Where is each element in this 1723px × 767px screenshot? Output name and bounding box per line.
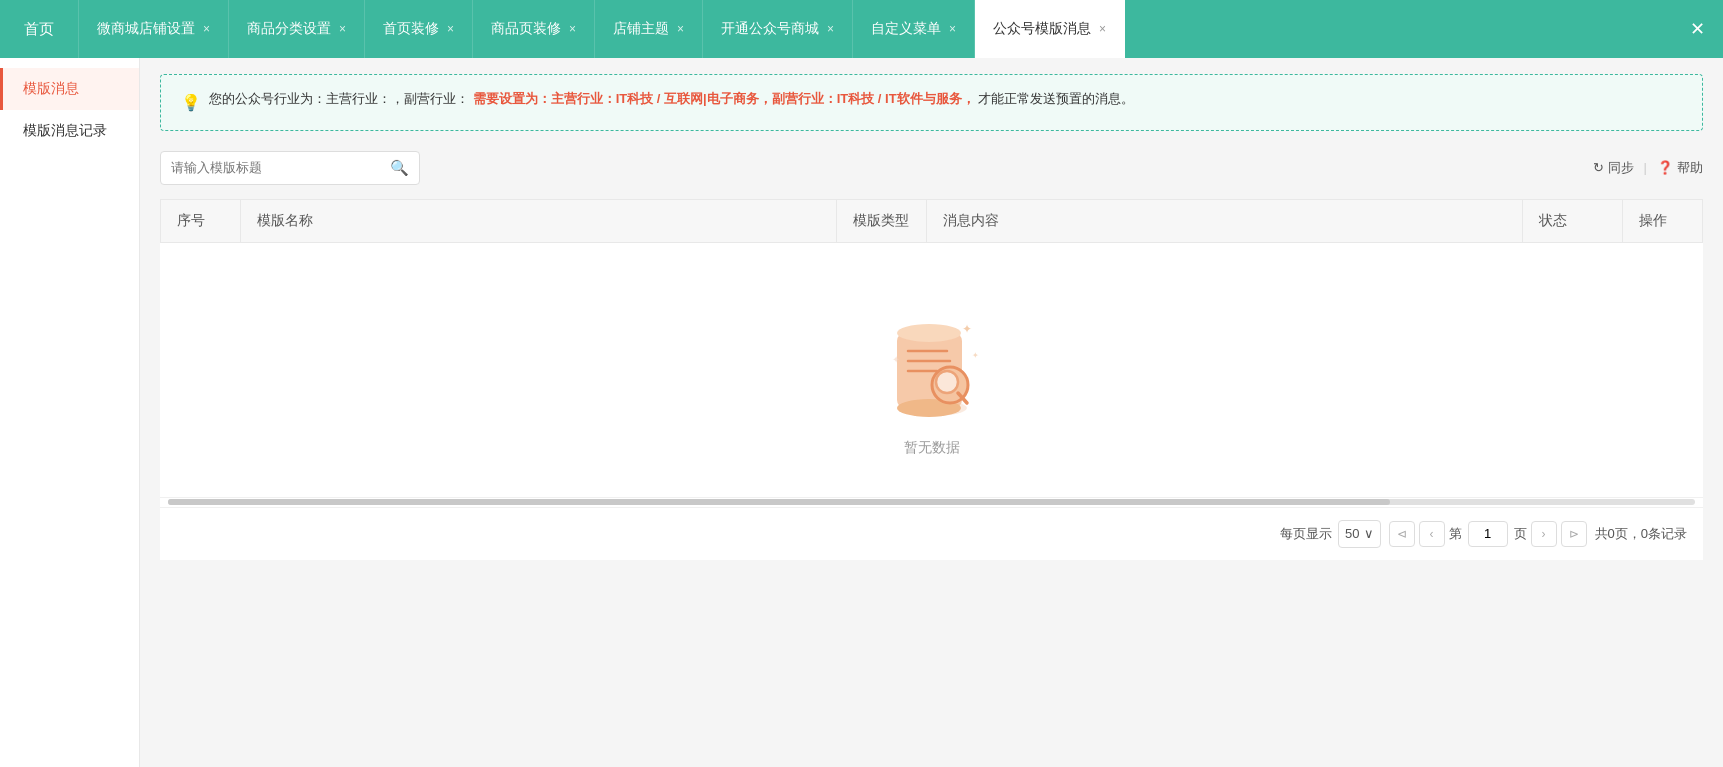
total-info: 共0页，0条记录 bbox=[1595, 525, 1687, 543]
search-input-wrap[interactable]: 🔍 bbox=[160, 151, 420, 185]
col-header-0: 序号 bbox=[161, 199, 241, 242]
help-button[interactable]: ❓ 帮助 bbox=[1657, 159, 1703, 177]
tab-item-4[interactable]: 商品页装修 × bbox=[473, 0, 595, 58]
tab-bar-close[interactable]: ✕ bbox=[1672, 0, 1723, 58]
table-header-row: 序号模版名称模版类型消息内容状态操作 bbox=[161, 199, 1703, 242]
page-nav: ⊲ ‹ 第 页 › ⊳ bbox=[1389, 521, 1587, 547]
col-header-4: 状态 bbox=[1523, 199, 1623, 242]
col-header-5: 操作 bbox=[1623, 199, 1703, 242]
col-header-1: 模版名称 bbox=[241, 199, 837, 242]
sync-icon: ↻ bbox=[1593, 160, 1604, 175]
page-input[interactable] bbox=[1468, 521, 1508, 547]
tab-item-7[interactable]: 自定义菜单 × bbox=[853, 0, 975, 58]
page-input-wrap: 第 页 bbox=[1449, 521, 1527, 547]
data-table: 序号模版名称模版类型消息内容状态操作 bbox=[160, 199, 1703, 243]
tab-item-2[interactable]: 商品分类设置 × bbox=[229, 0, 365, 58]
tab-close-icon-8[interactable]: × bbox=[1099, 22, 1106, 36]
empty-text: 暂无数据 bbox=[904, 439, 960, 457]
help-icon: ❓ bbox=[1657, 160, 1673, 175]
sync-label: 同步 bbox=[1608, 159, 1634, 177]
tab-close-icon-5[interactable]: × bbox=[677, 22, 684, 36]
svg-point-8 bbox=[936, 371, 958, 393]
tab-close-icon-6[interactable]: × bbox=[827, 22, 834, 36]
scrollbar-area[interactable] bbox=[160, 497, 1703, 507]
tab-item-3[interactable]: 首页装修 × bbox=[365, 0, 473, 58]
last-page-button[interactable]: ⊳ bbox=[1561, 521, 1587, 547]
sync-button[interactable]: ↻ 同步 bbox=[1593, 159, 1634, 177]
first-page-button[interactable]: ⊲ bbox=[1389, 521, 1415, 547]
per-page-label: 每页显示 bbox=[1280, 525, 1332, 543]
tab-item-0[interactable]: 首页 bbox=[0, 0, 79, 58]
notice-suffix: 才能正常发送预置的消息。 bbox=[978, 91, 1134, 106]
tab-close-icon-4[interactable]: × bbox=[569, 22, 576, 36]
svg-text:✦: ✦ bbox=[892, 354, 900, 365]
content-area: 💡 您的公众号行业为：主营行业：，副营行业： 需要设置为：主营行业：IT科技 /… bbox=[140, 58, 1723, 767]
tab-close-icon-3[interactable]: × bbox=[447, 22, 454, 36]
tab-item-8[interactable]: 公众号模版消息 × bbox=[975, 0, 1125, 58]
empty-state: ✦ ✦ ✦ 暂无数据 bbox=[160, 243, 1703, 497]
scrollbar-track[interactable] bbox=[168, 499, 1695, 505]
search-bar: 🔍 ↻ 同步 | ❓ 帮助 bbox=[160, 151, 1703, 185]
tab-item-5[interactable]: 店铺主题 × bbox=[595, 0, 703, 58]
col-header-2: 模版类型 bbox=[837, 199, 927, 242]
svg-text:✦: ✦ bbox=[972, 351, 979, 360]
sidebar-item-0[interactable]: 模版消息 bbox=[0, 68, 139, 110]
tab-close-icon-7[interactable]: × bbox=[949, 22, 956, 36]
notice-prefix: 您的公众号行业为：主营行业：，副营行业： bbox=[209, 91, 469, 106]
sidebar-item-1[interactable]: 模版消息记录 bbox=[0, 110, 139, 152]
tab-item-1[interactable]: 微商城店铺设置 × bbox=[79, 0, 229, 58]
page-size-chevron-icon: ∨ bbox=[1364, 526, 1374, 541]
page-size-select[interactable]: 50 ∨ bbox=[1338, 520, 1380, 548]
tab-bar: 首页微商城店铺设置 ×商品分类设置 ×首页装修 ×商品页装修 ×店铺主题 ×开通… bbox=[0, 0, 1723, 58]
next-page-button[interactable]: › bbox=[1531, 521, 1557, 547]
main-layout: 模版消息模版消息记录 💡 您的公众号行业为：主营行业：，副营行业： 需要设置为：… bbox=[0, 58, 1723, 767]
search-input[interactable] bbox=[171, 160, 390, 175]
notice-highlight: 需要设置为：主营行业：IT科技 / 互联网|电子商务，副营行业：IT科技 / I… bbox=[473, 91, 975, 106]
notice-icon: 💡 bbox=[181, 90, 201, 116]
notice-text: 您的公众号行业为：主营行业：，副营行业： 需要设置为：主营行业：IT科技 / 互… bbox=[209, 89, 1134, 110]
page-first-label: 第 bbox=[1449, 525, 1462, 543]
tab-item-6[interactable]: 开通公众号商城 × bbox=[703, 0, 853, 58]
col-header-3: 消息内容 bbox=[927, 199, 1523, 242]
table-wrapper: 序号模版名称模版类型消息内容状态操作 bbox=[160, 199, 1703, 560]
per-page-section: 每页显示 50 ∨ bbox=[1280, 520, 1380, 548]
scrollbar-thumb[interactable] bbox=[168, 499, 1390, 505]
prev-page-button[interactable]: ‹ bbox=[1419, 521, 1445, 547]
sidebar: 模版消息模版消息记录 bbox=[0, 58, 140, 767]
svg-point-2 bbox=[897, 324, 961, 342]
page-label: 页 bbox=[1514, 525, 1527, 543]
empty-illustration: ✦ ✦ ✦ bbox=[872, 303, 992, 423]
notice-box: 💡 您的公众号行业为：主营行业：，副营行业： 需要设置为：主营行业：IT科技 /… bbox=[160, 74, 1703, 131]
toolbar-divider: | bbox=[1644, 160, 1647, 175]
page-size-value: 50 bbox=[1345, 526, 1359, 541]
tab-close-icon-1[interactable]: × bbox=[203, 22, 210, 36]
svg-text:✦: ✦ bbox=[962, 322, 972, 336]
pagination: 每页显示 50 ∨ ⊲ ‹ 第 页 › ⊳ bbox=[160, 507, 1703, 560]
help-label: 帮助 bbox=[1677, 159, 1703, 177]
toolbar-right: ↻ 同步 | ❓ 帮助 bbox=[1593, 159, 1703, 177]
tab-close-icon-2[interactable]: × bbox=[339, 22, 346, 36]
search-icon[interactable]: 🔍 bbox=[390, 159, 409, 177]
